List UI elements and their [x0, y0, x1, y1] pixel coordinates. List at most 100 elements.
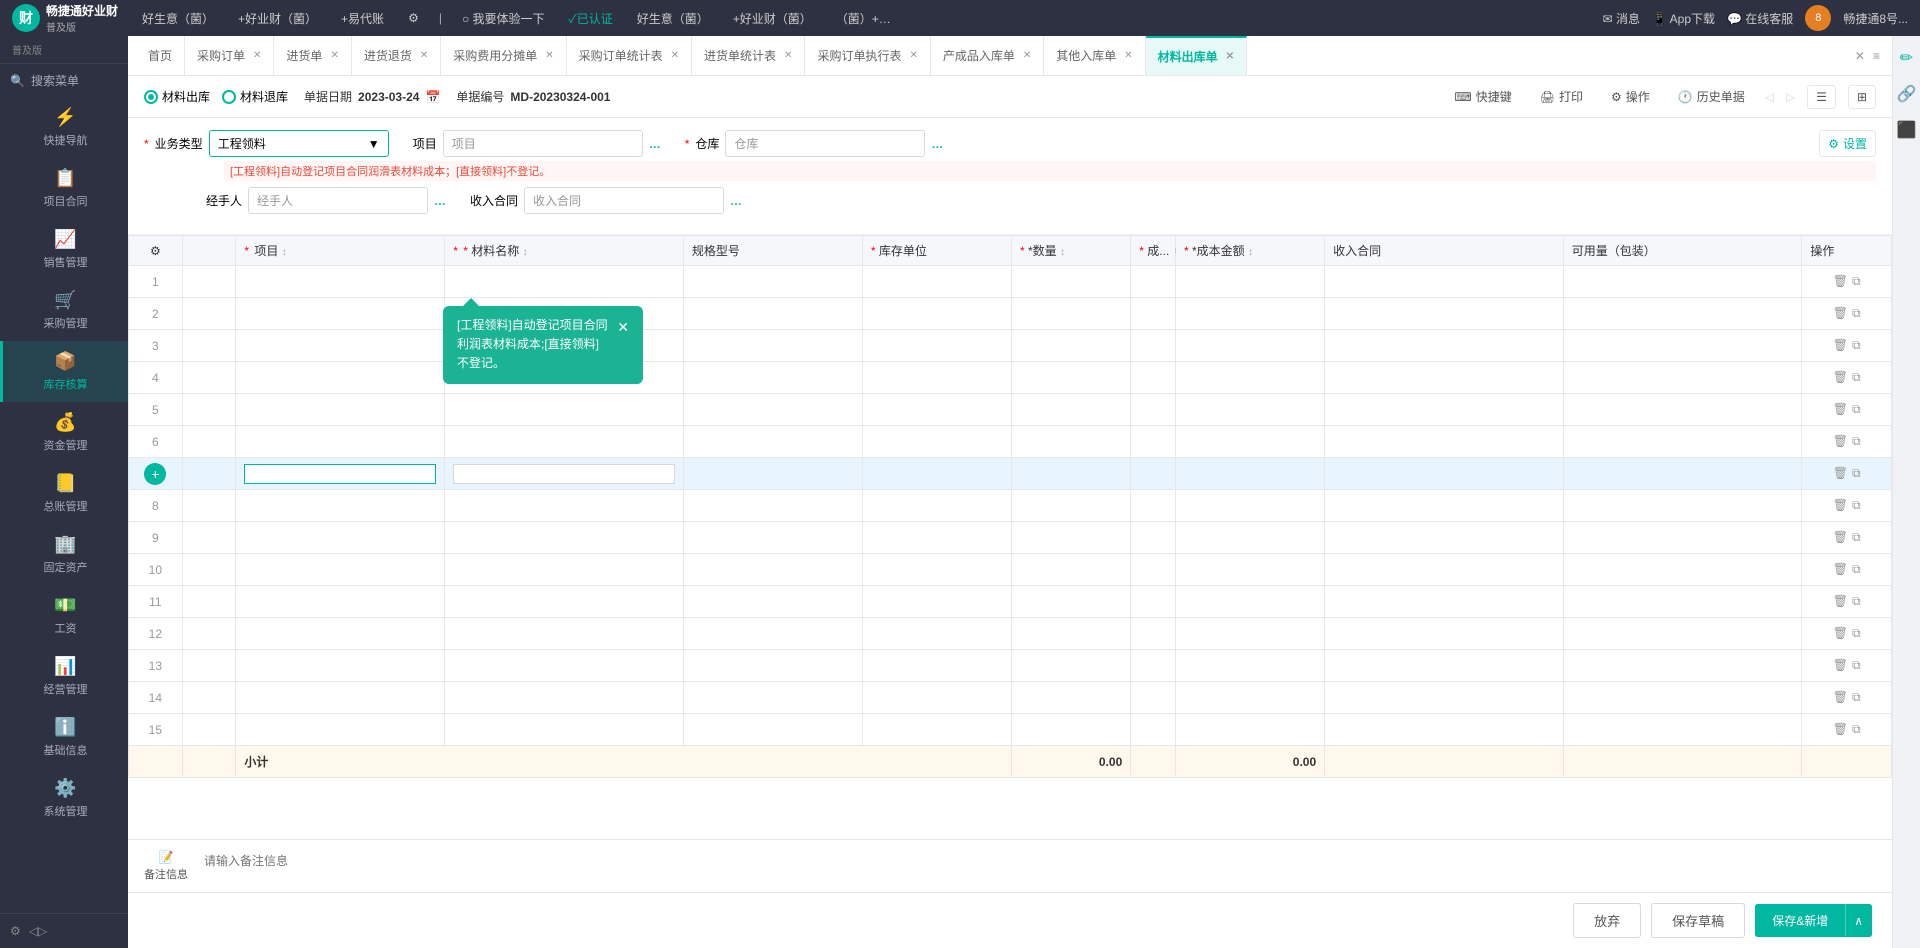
delete-row-btn[interactable]: 🗑: [1833, 402, 1848, 416]
radio-material-return[interactable]: 材料退库: [222, 88, 288, 105]
sidebar-search[interactable]: 🔍 搜索菜单: [0, 64, 128, 97]
biz-type-input[interactable]: 工程领料 ▼: [209, 130, 389, 157]
row7-material-input[interactable]: [453, 464, 675, 484]
delete-row-btn[interactable]: 🗑: [1833, 274, 1848, 288]
print-btn[interactable]: 🖨 打印: [1532, 84, 1591, 109]
col-settings-icon[interactable]: ⚙: [129, 236, 183, 266]
save-draft-btn[interactable]: 保存草稿: [1651, 903, 1745, 938]
tab-close-inbound-return[interactable]: ✕: [420, 50, 428, 61]
rp-edit-icon[interactable]: ✏: [1896, 44, 1917, 72]
tab-close-po-stats[interactable]: ✕: [671, 50, 679, 61]
income-contract-input[interactable]: 收入合同: [524, 187, 724, 214]
user-name[interactable]: 畅捷通8号...: [1843, 10, 1908, 27]
sidebar-settings-icon[interactable]: ⚙: [10, 924, 21, 938]
warehouse-input[interactable]: 仓库: [725, 130, 925, 157]
tab-close-inbound[interactable]: ✕: [330, 50, 338, 61]
delete-row-btn[interactable]: 🗑: [1833, 562, 1848, 576]
quick-key-btn[interactable]: ⌨ 快捷键: [1446, 84, 1519, 109]
project-dots-btn[interactable]: …: [649, 137, 661, 151]
tab-po-stats[interactable]: 采购订单统计表 ✕: [567, 36, 692, 76]
topnav-good-finance[interactable]: +好业财（菌）: [230, 6, 325, 31]
delete-row-btn[interactable]: 🗑: [1833, 626, 1848, 640]
sidebar-item-project[interactable]: 📋 项目合同: [0, 158, 128, 219]
tab-close-other-in[interactable]: ✕: [1124, 50, 1132, 61]
project-input[interactable]: 项目: [443, 130, 643, 157]
abandon-btn[interactable]: 放弃: [1573, 903, 1641, 938]
grid-view-btn[interactable]: ⊞: [1848, 85, 1876, 109]
copy-row-btn[interactable]: ⧉: [1852, 274, 1861, 288]
tooltip-close-btn[interactable]: ✕: [617, 316, 629, 338]
copy-row-btn[interactable]: ⧉: [1852, 434, 1861, 448]
topnav-good-biz2[interactable]: 好生意（菌）: [629, 6, 717, 31]
sidebar-item-assets[interactable]: 🏢 固定资产: [0, 524, 128, 585]
user-avatar[interactable]: 8: [1805, 5, 1831, 31]
sidebar-item-salary[interactable]: 💵 工资: [0, 585, 128, 646]
tab-home[interactable]: 首页: [136, 36, 185, 76]
copy-row-btn[interactable]: ⧉: [1852, 530, 1861, 544]
topnav-experience[interactable]: ○ 我要体验一下: [454, 6, 553, 31]
delete-row-btn[interactable]: 🗑: [1833, 530, 1848, 544]
copy-row-btn[interactable]: ⧉: [1852, 562, 1861, 576]
topnav-settings-icon[interactable]: ⚙: [400, 7, 427, 29]
handler-dots-btn[interactable]: …: [434, 194, 446, 208]
topnav-good-finance2[interactable]: +好业财（菌）: [725, 6, 820, 31]
tab-close-all[interactable]: ✕: [1855, 49, 1865, 63]
delete-row-btn[interactable]: 🗑: [1833, 594, 1848, 608]
copy-row-btn[interactable]: ⧉: [1852, 370, 1861, 384]
copy-row-btn[interactable]: ⧉: [1852, 466, 1861, 480]
delete-row-btn[interactable]: 🗑: [1833, 306, 1848, 320]
sidebar-item-finance[interactable]: 💰 资金管理: [0, 402, 128, 463]
sidebar-item-quick-nav[interactable]: ⚡ 快捷导航: [0, 97, 128, 158]
tab-inbound[interactable]: 进货单 ✕: [274, 36, 351, 76]
row7-project-input[interactable]: [244, 464, 436, 484]
tab-purchase-order[interactable]: 采购订单 ✕: [185, 36, 274, 76]
delete-row-btn[interactable]: 🗑: [1833, 434, 1848, 448]
copy-row-btn[interactable]: ⧉: [1852, 498, 1861, 512]
delete-row-btn[interactable]: 🗑: [1833, 498, 1848, 512]
message-btn[interactable]: ✉ 消息: [1603, 10, 1640, 27]
copy-row-btn[interactable]: ⧉: [1852, 626, 1861, 640]
tab-close-material-out[interactable]: ✕: [1226, 51, 1234, 62]
tab-close-purchase-fee[interactable]: ✕: [545, 50, 553, 61]
topnav-good-biz[interactable]: 好生意（菌）: [134, 6, 222, 31]
note-input[interactable]: [200, 850, 1876, 872]
delete-row-btn[interactable]: 🗑: [1833, 658, 1848, 672]
operate-btn[interactable]: ⚙ 操作: [1603, 84, 1658, 109]
sidebar-item-base[interactable]: ℹ️ 基础信息: [0, 707, 128, 768]
delete-row-btn[interactable]: 🗑: [1833, 690, 1848, 704]
tab-close-po-exec[interactable]: ✕: [909, 50, 917, 61]
delete-row-btn[interactable]: 🗑: [1833, 338, 1848, 352]
calendar-icon[interactable]: 📅: [425, 90, 440, 104]
tab-finished[interactable]: 产成品入库单 ✕: [931, 36, 1044, 76]
topnav-easy-account[interactable]: +易代账: [333, 6, 392, 31]
tab-more[interactable]: ≡: [1873, 49, 1880, 63]
warehouse-dots-btn[interactable]: …: [931, 137, 943, 151]
tab-inbound-stats[interactable]: 进货单统计表 ✕: [692, 36, 805, 76]
handler-input[interactable]: 经手人: [248, 187, 428, 214]
radio-material-out[interactable]: 材料出库: [144, 88, 210, 105]
save-new-main-btn[interactable]: 保存&新增: [1755, 904, 1845, 937]
sidebar-item-sales[interactable]: 📈 销售管理: [0, 219, 128, 280]
sidebar-item-ledger[interactable]: 📒 总账管理: [0, 463, 128, 524]
copy-row-btn[interactable]: ⧉: [1852, 690, 1861, 704]
history-btn[interactable]: 🕐 历史单据: [1670, 84, 1753, 109]
copy-row-btn[interactable]: ⧉: [1852, 338, 1861, 352]
income-contract-dots-btn[interactable]: …: [730, 194, 742, 208]
delete-row-btn[interactable]: 🗑: [1833, 722, 1848, 736]
copy-row-btn[interactable]: ⧉: [1852, 306, 1861, 320]
sidebar-item-ops[interactable]: 📊 经营管理: [0, 646, 128, 707]
sidebar-item-system[interactable]: ⚙️ 系统管理: [0, 768, 128, 829]
delete-row-btn[interactable]: 🗑: [1833, 466, 1848, 480]
tab-other-in[interactable]: 其他入库单 ✕: [1044, 36, 1145, 76]
online-service-btn[interactable]: 💬 在线客服: [1727, 10, 1793, 27]
rp-green-icon[interactable]: ⬛: [1893, 116, 1920, 144]
sidebar-item-purchase[interactable]: 🛒 采购管理: [0, 280, 128, 341]
list-view-btn[interactable]: ☰: [1807, 85, 1836, 109]
sidebar-collapse-icon[interactable]: ◁▷: [29, 924, 47, 938]
copy-row-btn[interactable]: ⧉: [1852, 722, 1861, 736]
copy-row-btn[interactable]: ⧉: [1852, 594, 1861, 608]
copy-row-btn[interactable]: ⧉: [1852, 402, 1861, 416]
delete-row-btn[interactable]: 🗑: [1833, 370, 1848, 384]
tab-po-exec[interactable]: 采购订单执行表 ✕: [805, 36, 930, 76]
save-new-arrow-btn[interactable]: ∧: [1845, 904, 1872, 937]
